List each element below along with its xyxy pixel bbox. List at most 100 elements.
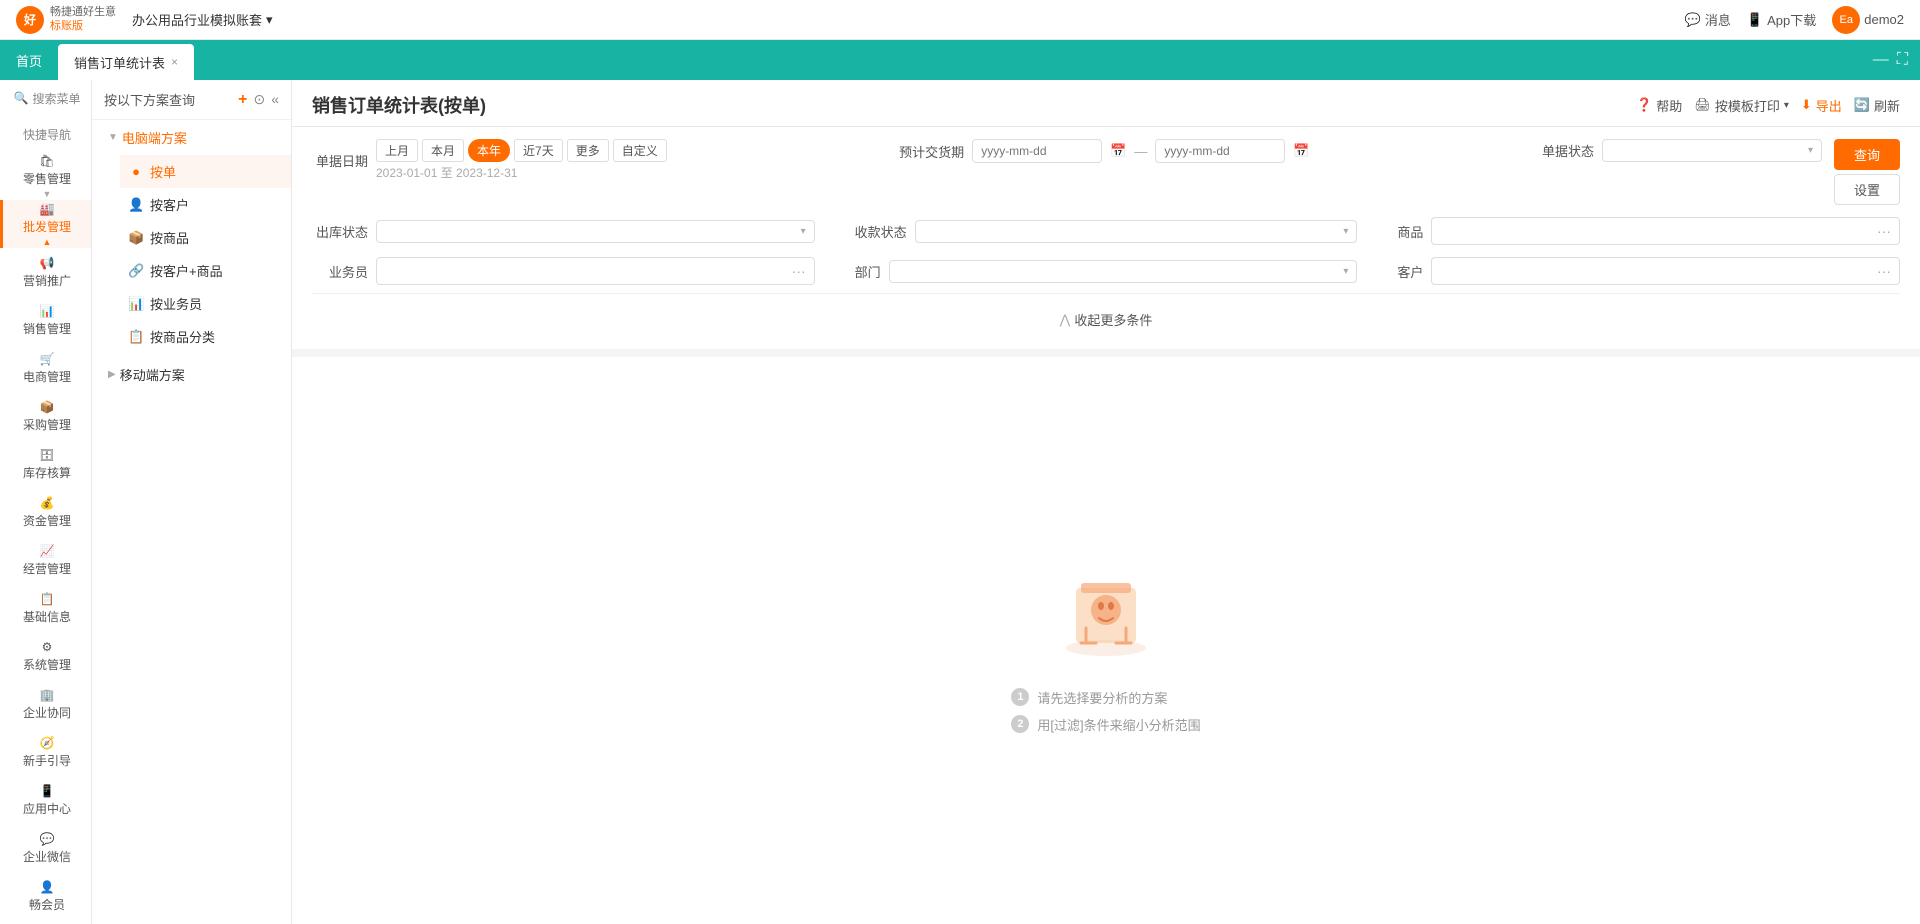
scheme-mobile-label: 移动端方案 bbox=[120, 365, 185, 384]
empty-illustration bbox=[1046, 548, 1166, 668]
scheme-item-by-order[interactable]: ● 按单 bbox=[120, 155, 291, 188]
order-status-filter: 单据状态 ▾ bbox=[1542, 139, 1822, 162]
enterprise-icon: 🏢 bbox=[40, 688, 55, 702]
newbie-label: 新手引导 bbox=[23, 752, 71, 769]
scheme-category-pc[interactable]: ▼ 电脑端方案 bbox=[92, 120, 291, 155]
sidebar-item-newbie[interactable]: 🧭 新手引导 bbox=[0, 728, 91, 776]
date-btn-7days[interactable]: 近7天 bbox=[514, 139, 563, 162]
sidebar-item-inventory[interactable]: 🗄 库存核算 bbox=[0, 440, 91, 488]
product-input[interactable]: ··· bbox=[1431, 217, 1900, 245]
sidebar-item-enterprise[interactable]: 🏢 企业协同 bbox=[0, 680, 91, 728]
retail-label: 零售管理 bbox=[23, 170, 71, 187]
date-btn-this-month[interactable]: 本月 bbox=[422, 139, 464, 162]
user-menu[interactable]: Ea demo2 bbox=[1832, 6, 1904, 34]
scheme-item-by-product-cat[interactable]: 📋 按商品分类 bbox=[120, 320, 291, 353]
by-order-icon: ● bbox=[128, 164, 144, 179]
tab-maximize-icon[interactable]: ⛶ bbox=[1897, 51, 1908, 69]
department-arrow-icon: ▾ bbox=[1343, 266, 1348, 277]
app-download-button[interactable]: 📱 App下载 bbox=[1747, 10, 1816, 29]
date-btn-this-year[interactable]: 本年 bbox=[468, 139, 510, 162]
scheme-category-mobile[interactable]: ▶ 移动端方案 bbox=[92, 357, 291, 392]
scheme-category-arrow-icon: ▼ bbox=[108, 132, 118, 143]
by-salesperson-icon: 📊 bbox=[128, 296, 144, 312]
delivery-status-arrow-icon: ▾ bbox=[801, 226, 806, 237]
tab-home[interactable]: 首页 bbox=[0, 40, 58, 80]
sidebar-item-appcenter[interactable]: 📱 应用中心 bbox=[0, 776, 91, 824]
sidebar-item-system[interactable]: ⚙ 系统管理 bbox=[0, 632, 91, 680]
date-btn-more[interactable]: 更多 bbox=[567, 139, 609, 162]
tab-minimize-icon[interactable]: — bbox=[1873, 51, 1889, 69]
template-print-button[interactable]: 🖨 按模板打印 ▾ bbox=[1694, 96, 1789, 115]
salesperson-label: 业务员 bbox=[312, 262, 368, 281]
scheme-category-label: 电脑端方案 bbox=[122, 128, 187, 147]
date-btn-last-month[interactable]: 上月 bbox=[376, 139, 418, 162]
refresh-icon: 🔄 bbox=[1854, 97, 1870, 113]
salesperson-filter: 业务员 ··· bbox=[312, 257, 815, 285]
scheme-settings-icon[interactable]: ⊙ bbox=[253, 91, 265, 109]
sidebar-item-marketing[interactable]: 📢 营销推广 bbox=[0, 248, 91, 296]
sidebar-quicknav[interactable]: 快捷导航 bbox=[0, 116, 91, 152]
scheme-item-by-product[interactable]: 📦 按商品 bbox=[120, 221, 291, 254]
expected-date-from-input[interactable] bbox=[972, 139, 1102, 163]
salesperson-input[interactable]: ··· bbox=[376, 257, 815, 285]
empty-state: 1 请先选择要分析的方案 2 用[过滤]条件来缩小分析范围 bbox=[292, 357, 1920, 924]
collapse-button[interactable]: ⋀ 收起更多条件 bbox=[1052, 302, 1161, 337]
sidebar-item-operation[interactable]: 📈 经营管理 bbox=[0, 536, 91, 584]
salesperson-more-icon[interactable]: ··· bbox=[792, 263, 806, 279]
empty-tip-1: 1 请先选择要分析的方案 bbox=[1011, 688, 1200, 707]
by-product-cat-label: 按商品分类 bbox=[150, 327, 215, 346]
filter-area: 单据日期 上月 本月 本年 近7天 更多 自定义 2023- bbox=[292, 127, 1920, 349]
delivery-status-select[interactable]: ▾ bbox=[376, 220, 815, 243]
appcenter-icon: 📱 bbox=[40, 784, 55, 798]
sidebar-item-basic[interactable]: 📋 基础信息 bbox=[0, 584, 91, 632]
tab-sales-stats[interactable]: 销售订单统计表 × bbox=[58, 44, 194, 80]
settings-button[interactable]: 设置 bbox=[1834, 174, 1900, 205]
help-button[interactable]: ❓ 帮助 bbox=[1636, 96, 1682, 115]
search-button[interactable]: 查询 bbox=[1834, 139, 1900, 170]
sidebar-item-wholesale[interactable]: 🏭 批发管理 ▲ bbox=[0, 200, 91, 248]
by-customer-label: 按客户 bbox=[150, 195, 189, 214]
customer-filter: 客户 ··· bbox=[1397, 257, 1900, 285]
sidebar-item-wechat[interactable]: 💬 企业微信 bbox=[0, 824, 91, 872]
order-date-controls: 上月 本月 本年 近7天 更多 自定义 2023-01-01 至 2023-12… bbox=[376, 139, 667, 181]
sidebar-item-purchase[interactable]: 📦 采购管理 bbox=[0, 392, 91, 440]
by-cust-prod-icon: 🔗 bbox=[128, 263, 144, 279]
scheme-item-by-salesperson[interactable]: 📊 按业务员 bbox=[120, 287, 291, 320]
scheme-collapse-icon[interactable]: « bbox=[271, 91, 279, 109]
order-status-select[interactable]: ▾ bbox=[1602, 139, 1822, 162]
expected-date-to-input[interactable] bbox=[1155, 139, 1285, 163]
scheme-add-icon[interactable]: + bbox=[238, 91, 247, 109]
app-selector[interactable]: 办公用品行业模拟账套 ▾ bbox=[124, 10, 281, 29]
sidebar-item-retail[interactable]: 🛍 零售管理 ▼ bbox=[0, 152, 91, 200]
message-button[interactable]: 💬 消息 bbox=[1685, 10, 1731, 29]
scheme-item-by-customer[interactable]: 👤 按客户 bbox=[120, 188, 291, 221]
product-more-icon[interactable]: ··· bbox=[1877, 223, 1891, 239]
payment-status-select[interactable]: ▾ bbox=[915, 220, 1358, 243]
customer-more-icon[interactable]: ··· bbox=[1877, 263, 1891, 279]
refresh-button[interactable]: 🔄 刷新 bbox=[1854, 96, 1900, 115]
sidebar-item-ecommerce[interactable]: 🛒 电商管理 bbox=[0, 344, 91, 392]
sidebar-search-area[interactable]: 🔍 搜索菜单 bbox=[0, 80, 91, 116]
date-range-display: 2023-01-01 至 2023-12-31 bbox=[376, 164, 667, 181]
date-btn-custom[interactable]: 自定义 bbox=[613, 139, 667, 162]
logo-area: 好 畅捷通好生意 标账版 bbox=[16, 6, 116, 34]
date-cal-from-icon[interactable]: 📅 bbox=[1110, 143, 1126, 159]
scheme-item-by-cust-prod[interactable]: 🔗 按客户+商品 bbox=[120, 254, 291, 287]
date-separator: — bbox=[1134, 144, 1147, 159]
department-select[interactable]: ▾ bbox=[889, 260, 1358, 283]
export-button[interactable]: ⬇ 导出 bbox=[1801, 96, 1842, 115]
by-cust-prod-label: 按客户+商品 bbox=[150, 261, 223, 280]
inventory-icon: 🗄 bbox=[39, 448, 54, 462]
retail-arrow: ▼ bbox=[43, 189, 52, 199]
sidebar-item-finance[interactable]: 💰 资金管理 bbox=[0, 488, 91, 536]
wechat-icon: 💬 bbox=[40, 832, 55, 846]
date-cal-to-icon[interactable]: 📅 bbox=[1293, 143, 1309, 159]
inventory-label: 库存核算 bbox=[23, 464, 71, 481]
tip-num-1: 1 bbox=[1011, 688, 1029, 706]
customer-input[interactable]: ··· bbox=[1431, 257, 1900, 285]
tab-close-icon[interactable]: × bbox=[171, 55, 178, 69]
quicknav-label: 快捷导航 bbox=[23, 126, 71, 143]
sidebar-item-sales[interactable]: 📊 销售管理 bbox=[0, 296, 91, 344]
sidebar-item-member[interactable]: 👤 畅会员 bbox=[0, 872, 91, 920]
marketing-icon: 📢 bbox=[40, 256, 55, 270]
